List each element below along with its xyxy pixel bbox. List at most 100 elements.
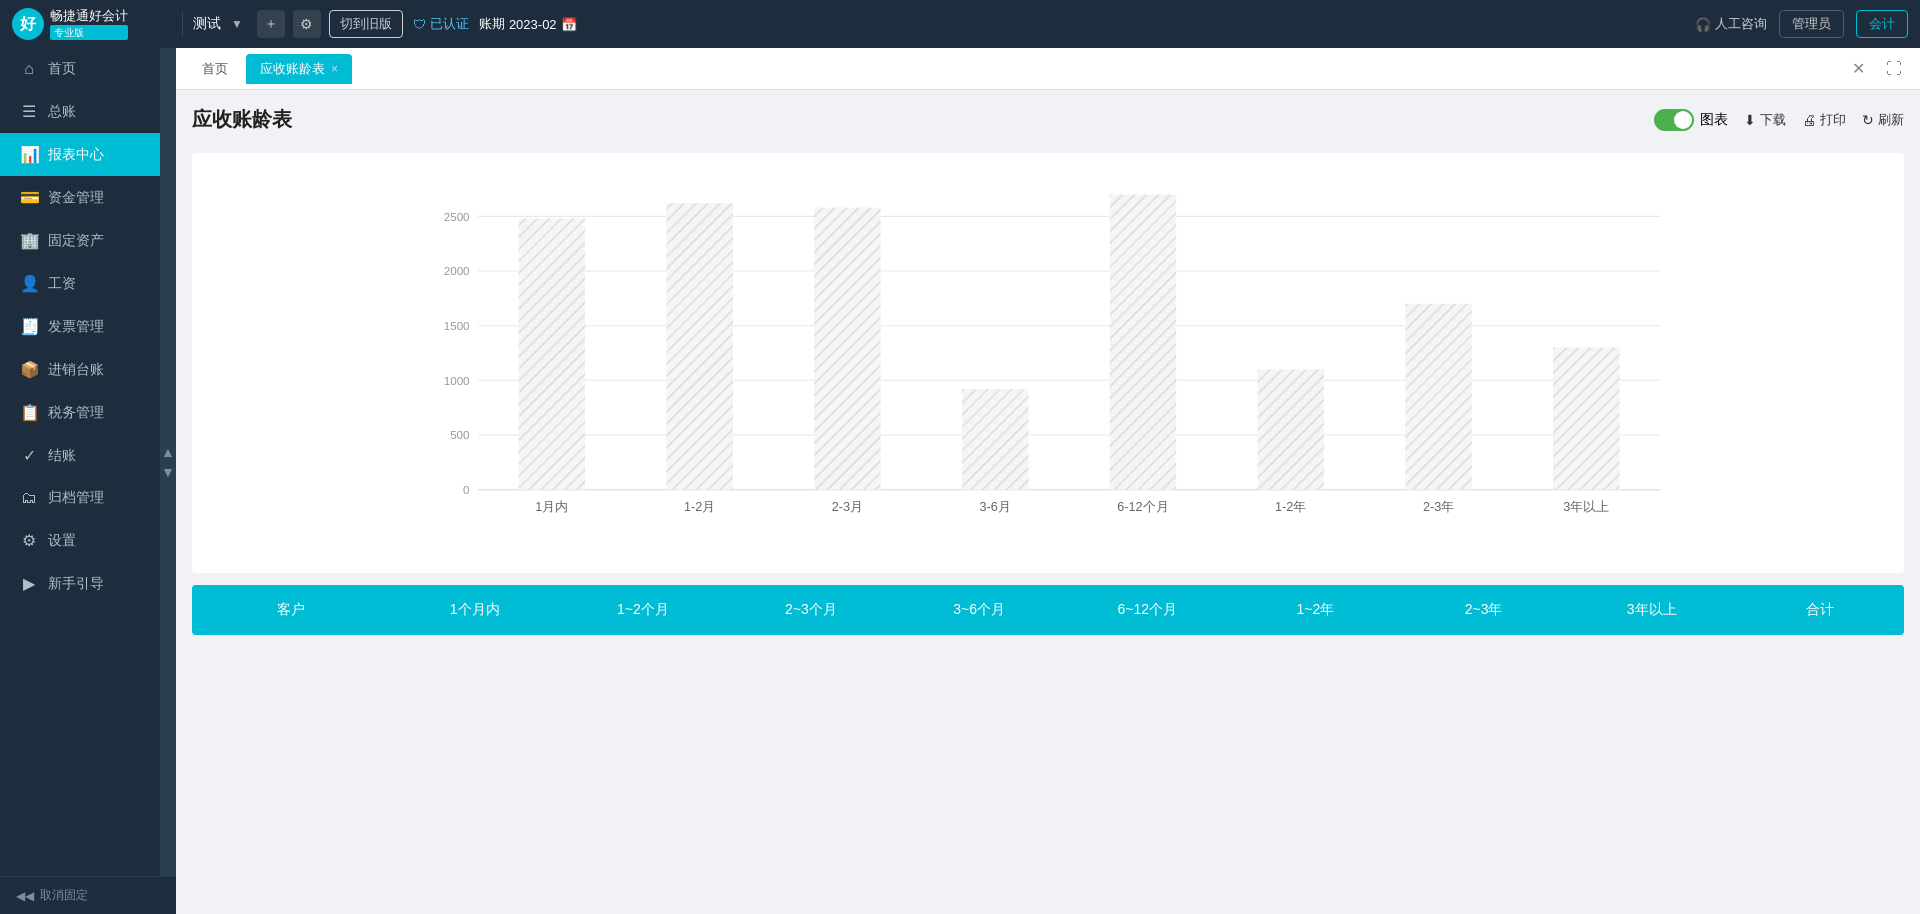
table-header-cell: 3年以上 — [1568, 585, 1736, 635]
sidebar-item-ledger[interactable]: ☰ 总账 — [0, 90, 160, 133]
expand-tab-button[interactable]: ⛶ — [1880, 55, 1908, 83]
svg-text:1500: 1500 — [444, 319, 470, 332]
sidebar-item-label: 发票管理 — [48, 318, 104, 336]
sidebar-item-funds[interactable]: 💳 资金管理 — [0, 176, 160, 219]
sidebar-item-label: 首页 — [48, 60, 76, 78]
page-header: 应收账龄表 图表 ⬇ 下载 🖨 — [192, 106, 1904, 133]
pin-icon: ◀◀ — [16, 889, 34, 903]
print-icon: 🖨 — [1802, 112, 1816, 128]
user-button[interactable]: 管理员 — [1779, 10, 1844, 38]
tab-close-button[interactable]: × — [331, 62, 338, 76]
svg-rect-30 — [1110, 194, 1177, 489]
refresh-button[interactable]: ↻ 刷新 — [1862, 111, 1904, 129]
refresh-icon: ↻ — [1862, 112, 1874, 128]
svg-text:500: 500 — [450, 428, 469, 441]
svg-rect-32 — [1258, 369, 1325, 489]
sidebar-item-label: 工资 — [48, 275, 76, 293]
sidebar-item-reports[interactable]: 📊报表中心 — [0, 133, 160, 176]
old-version-button[interactable]: 切到旧版 — [329, 10, 403, 38]
home-icon: ⌂ — [20, 60, 38, 78]
sidebar-item-label: 资金管理 — [48, 189, 104, 207]
add-button[interactable]: ＋ — [257, 10, 285, 38]
sidebar-scroll-controls: ▲ ▼ — [160, 48, 176, 876]
sidebar-item-salary[interactable]: 👤 工资 — [0, 262, 160, 305]
main-layout: ⌂ 首页 ☰ 总账 📊报表中心 💳 资金管理 🏢固定资产 👤 工资 🧾 发票管理 📦进销台账📋税务管理✓… — [0, 48, 1920, 914]
print-button[interactable]: 🖨 打印 — [1802, 111, 1846, 129]
calendar-icon[interactable]: 📅 — [561, 17, 577, 32]
toggle-track[interactable] — [1654, 109, 1694, 131]
svg-text:3年以上: 3年以上 — [1563, 500, 1609, 514]
role-button[interactable]: 会计 — [1856, 10, 1908, 38]
download-button[interactable]: ⬇ 下载 — [1744, 111, 1786, 129]
archive-icon: 🗂 — [20, 489, 38, 507]
logo-area: 好 畅捷通好会计 专业版 — [12, 8, 172, 40]
invoice-icon: 🧾 — [20, 317, 38, 336]
tab-home[interactable]: 首页 — [188, 54, 242, 84]
svg-text:1月内: 1月内 — [535, 500, 568, 514]
service-button[interactable]: 🎧 人工咨询 — [1695, 15, 1767, 33]
scroll-up-button[interactable]: ▲ — [161, 444, 175, 460]
sidebar-item-label: 归档管理 — [48, 489, 104, 507]
svg-rect-24 — [666, 203, 733, 489]
sidebar-item-settings[interactable]: ⚙设置 — [0, 519, 160, 562]
svg-rect-28 — [962, 389, 1028, 490]
tab-accounts-aging[interactable]: 应收账龄表 × — [246, 54, 352, 84]
topbar: 好 畅捷通好会计 专业版 测试 ▼ ＋ ⚙ 切到旧版 🛡 已认证 账期 2023… — [0, 0, 1920, 48]
chart-card: 05001000150020002500 1月内1-2月2-3月3-6月6-12… — [192, 153, 1904, 573]
sidebar-item-archive[interactable]: 🗂 归档管理 — [0, 477, 160, 519]
logo-text: 畅捷通好会计 专业版 — [50, 8, 128, 40]
sidebar-item-label: 结账 — [48, 447, 76, 465]
svg-text:0: 0 — [463, 483, 469, 496]
page-header-actions: 图表 ⬇ 下载 🖨 打印 ↻ 刷新 — [1654, 109, 1904, 131]
table-header-cell: 2~3个月 — [727, 585, 895, 635]
svg-text:2500: 2500 — [444, 210, 470, 223]
cancel-fixed-button[interactable]: ◀◀ 取消固定 — [0, 876, 176, 914]
sidebar-item-closing[interactable]: ✓结账 — [0, 434, 160, 477]
scroll-down-button[interactable]: ▼ — [161, 464, 175, 480]
topbar-divider — [182, 12, 183, 36]
svg-text:2000: 2000 — [444, 264, 470, 277]
table-header-cell: 2~3年 — [1400, 585, 1568, 635]
guide-icon: ▶ — [20, 574, 38, 593]
logo-icon: 好 — [12, 8, 44, 40]
ledger-icon: ☰ — [20, 102, 38, 121]
sidebar-item-label: 设置 — [48, 532, 76, 550]
topbar-actions: ＋ ⚙ 切到旧版 — [257, 10, 403, 38]
svg-text:6-12个月: 6-12个月 — [1117, 500, 1168, 514]
sidebar-item-inventory[interactable]: 📦进销台账 — [0, 348, 160, 391]
toggle-thumb — [1674, 111, 1692, 129]
certified-icon: 🛡 — [413, 17, 426, 32]
table-card: 客户1个月内1~2个月2~3个月3~6个月6~12个月1~2年2~3年3年以上合… — [192, 585, 1904, 635]
tax-icon: 📋 — [20, 403, 38, 422]
table-header-cell: 1~2个月 — [559, 585, 727, 635]
settings-button[interactable]: ⚙ — [293, 10, 321, 38]
chart-toggle[interactable]: 图表 — [1654, 109, 1728, 131]
content-area: 首页 应收账龄表 × ✕ ⛶ 应收账龄表 — [176, 48, 1920, 914]
table-header-cell: 1~2年 — [1231, 585, 1399, 635]
sidebar-item-assets[interactable]: 🏢固定资产 — [0, 219, 160, 262]
svg-rect-34 — [1405, 304, 1472, 490]
sidebar-item-tax[interactable]: 📋税务管理 — [0, 391, 160, 434]
sidebar-item-label: 报表中心 — [48, 146, 104, 164]
sidebar-item-invoice[interactable]: 🧾 发票管理 — [0, 305, 160, 348]
page-title: 应收账龄表 — [192, 106, 292, 133]
certified-badge: 🛡 已认证 — [413, 15, 469, 33]
close-tab-button[interactable]: ✕ — [1844, 55, 1872, 83]
inventory-icon: 📦 — [20, 360, 38, 379]
chart-container: 05001000150020002500 1月内1-2月2-3月3-6月6-12… — [212, 173, 1884, 553]
table-header-cell: 客户 — [192, 585, 391, 635]
sidebar: ⌂ 首页 ☰ 总账 📊报表中心 💳 资金管理 🏢固定资产 👤 工资 🧾 发票管理 📦进销台账📋税务管理✓… — [0, 48, 176, 914]
salary-icon: 👤 — [20, 274, 38, 293]
sidebar-item-label: 总账 — [48, 103, 76, 121]
sidebar-item-guide[interactable]: ▶新手引导 — [0, 562, 160, 605]
download-icon: ⬇ — [1744, 112, 1756, 128]
sidebar-item-home[interactable]: ⌂ 首页 — [0, 48, 160, 90]
topbar-right: 🎧 人工咨询 管理员 会计 — [1695, 10, 1908, 38]
svg-text:1-2月: 1-2月 — [684, 500, 715, 514]
funds-icon: 💳 — [20, 188, 38, 207]
svg-rect-36 — [1553, 348, 1620, 490]
table-header-cell: 合计 — [1736, 585, 1904, 635]
sidebar-inner: ⌂ 首页 ☰ 总账 📊报表中心 💳 资金管理 🏢固定资产 👤 工资 🧾 发票管理 📦进销台账📋税务管理✓… — [0, 48, 176, 876]
period-display: 账期 2023-02 📅 — [479, 15, 577, 33]
company-dropdown-arrow[interactable]: ▼ — [231, 17, 243, 31]
